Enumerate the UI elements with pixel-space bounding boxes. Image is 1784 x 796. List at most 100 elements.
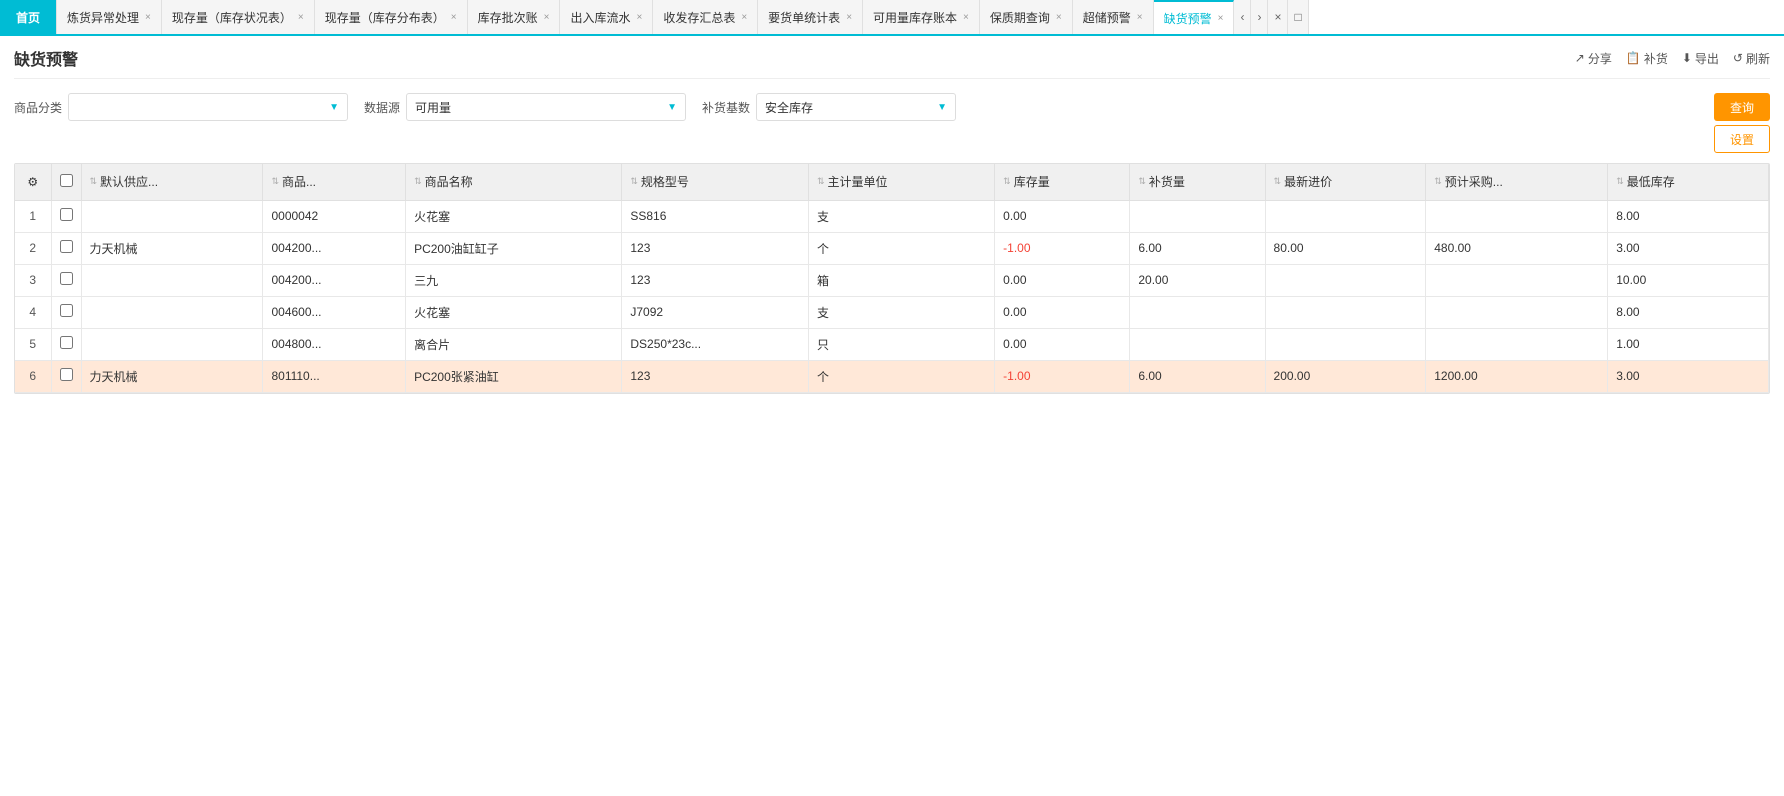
col-est-purchase[interactable]: ⇅ 预计采购... bbox=[1426, 164, 1608, 200]
row-checkbox-cell[interactable] bbox=[51, 232, 81, 264]
header-actions: ↗ 分享 📋 补货 ⬇ 导出 ↺ 刷新 bbox=[1575, 50, 1770, 67]
tab-prev-btn[interactable]: ‹ bbox=[1234, 0, 1251, 34]
sort-price-icon: ⇅ bbox=[1274, 176, 1282, 187]
row-num: 6 bbox=[15, 360, 51, 392]
datasource-chevron-icon: ▼ bbox=[667, 102, 677, 113]
col-stock[interactable]: ⇅ 库存量 bbox=[995, 164, 1130, 200]
tab-inout-flow[interactable]: 出入库流水 × bbox=[560, 0, 653, 34]
tab-batch-account[interactable]: 库存批次账 × bbox=[468, 0, 561, 34]
col-spec[interactable]: ⇅ 规格型号 bbox=[622, 164, 809, 200]
query-button[interactable]: 查询 bbox=[1714, 93, 1770, 121]
tab-batch-account-close[interactable]: × bbox=[544, 12, 550, 23]
col-latest-price[interactable]: ⇅ 最新进价 bbox=[1265, 164, 1426, 200]
settings-button[interactable]: 设置 bbox=[1714, 125, 1770, 153]
filter-actions: 查询 设置 bbox=[1714, 93, 1770, 153]
tab-demand-stat[interactable]: 要货单统计表 × bbox=[758, 0, 863, 34]
row-product-name: PC200油缸缸子 bbox=[406, 232, 622, 264]
table-row: 2 力天机械 004200... PC200油缸缸子 123 个 -1.00 6… bbox=[15, 232, 1769, 264]
replenish-base-filter-group: 补货基数 安全库存 ▼ bbox=[702, 93, 956, 121]
row-checkbox[interactable] bbox=[60, 304, 73, 317]
table-header-row: ⚙ ⇅ 默认供应... ⇅ 商品... bbox=[15, 164, 1769, 200]
datasource-select[interactable]: 可用量 ▼ bbox=[406, 93, 686, 121]
category-filter-group: 商品分类 ▼ bbox=[14, 93, 348, 121]
row-checkbox[interactable] bbox=[60, 368, 73, 381]
col-default-supplier[interactable]: ⇅ 默认供应... bbox=[81, 164, 263, 200]
tab-overstock-close[interactable]: × bbox=[1137, 12, 1143, 23]
row-product-name: 离合片 bbox=[406, 328, 622, 360]
tab-avail-ledger[interactable]: 可用量库存账本 × bbox=[863, 0, 980, 34]
row-replenish-qty: 20.00 bbox=[1130, 264, 1265, 296]
row-min-stock: 8.00 bbox=[1608, 296, 1769, 328]
row-checkbox-cell[interactable] bbox=[51, 200, 81, 232]
tab-inventory-status-close[interactable]: × bbox=[298, 12, 304, 23]
tab-inventory-status[interactable]: 现存量（库存状况表） × bbox=[162, 0, 315, 34]
col-product-name[interactable]: ⇅ 商品名称 bbox=[406, 164, 622, 200]
row-stock: 0.00 bbox=[995, 200, 1130, 232]
col-min-stock[interactable]: ⇅ 最低库存 bbox=[1608, 164, 1769, 200]
refresh-label: 刷新 bbox=[1746, 50, 1770, 67]
row-spec: J7092 bbox=[622, 296, 809, 328]
row-num: 4 bbox=[15, 296, 51, 328]
row-min-stock: 8.00 bbox=[1608, 200, 1769, 232]
row-spec: DS250*23c... bbox=[622, 328, 809, 360]
select-all-checkbox[interactable] bbox=[60, 174, 73, 187]
tab-inout-flow-close[interactable]: × bbox=[636, 12, 642, 23]
row-product-code: 0000042 bbox=[263, 200, 406, 232]
tab-maximize-btn[interactable]: □ bbox=[1288, 0, 1308, 34]
row-checkbox-cell[interactable] bbox=[51, 328, 81, 360]
row-checkbox[interactable] bbox=[60, 208, 73, 221]
tab-inventory-dist-label: 现存量（库存分布表） bbox=[325, 9, 445, 26]
col-gear[interactable]: ⚙ bbox=[15, 164, 51, 200]
tab-avail-ledger-close[interactable]: × bbox=[963, 12, 969, 23]
category-chevron-icon: ▼ bbox=[329, 102, 339, 113]
row-checkbox[interactable] bbox=[60, 272, 73, 285]
replenish-base-select[interactable]: 安全库存 ▼ bbox=[756, 93, 956, 121]
tab-shortage-close[interactable]: × bbox=[1218, 13, 1224, 24]
tab-batch-account-label: 库存批次账 bbox=[478, 9, 538, 26]
category-select[interactable]: ▼ bbox=[68, 93, 348, 121]
tab-inventory-dist-close[interactable]: × bbox=[451, 12, 457, 23]
row-checkbox-cell[interactable] bbox=[51, 296, 81, 328]
row-est-purchase bbox=[1426, 264, 1608, 296]
row-latest-price bbox=[1265, 328, 1426, 360]
share-button[interactable]: ↗ 分享 bbox=[1575, 50, 1612, 67]
tab-close-all-btn[interactable]: × bbox=[1268, 0, 1288, 34]
tab-next-btn[interactable]: › bbox=[1251, 0, 1268, 34]
replenish-base-select-value: 安全库存 bbox=[765, 99, 813, 116]
row-unit: 箱 bbox=[808, 264, 994, 296]
refresh-button[interactable]: ↺ 刷新 bbox=[1733, 50, 1770, 67]
row-unit: 支 bbox=[808, 200, 994, 232]
sort-spec-icon: ⇅ bbox=[630, 176, 638, 187]
tab-prev-icon: ‹ bbox=[1240, 10, 1244, 24]
row-checkbox[interactable] bbox=[60, 336, 73, 349]
row-min-stock: 3.00 bbox=[1608, 232, 1769, 264]
tab-home[interactable]: 首页 bbox=[0, 0, 57, 34]
replenish-button[interactable]: 📋 补货 bbox=[1626, 50, 1668, 67]
sort-code-icon: ⇅ bbox=[271, 176, 279, 187]
tab-shortage[interactable]: 缺货预警 × bbox=[1154, 0, 1235, 34]
tab-collect-summary-label: 收发存汇总表 bbox=[663, 9, 735, 26]
row-min-stock: 3.00 bbox=[1608, 360, 1769, 392]
row-product-code: 004800... bbox=[263, 328, 406, 360]
col-checkbox[interactable] bbox=[51, 164, 81, 200]
tab-overstock[interactable]: 超储预警 × bbox=[1073, 0, 1154, 34]
tab-collect-summary-close[interactable]: × bbox=[741, 12, 747, 23]
col-unit[interactable]: ⇅ 主计量单位 bbox=[808, 164, 994, 200]
row-supplier bbox=[81, 328, 263, 360]
tab-inventory-dist[interactable]: 现存量（库存分布表） × bbox=[315, 0, 468, 34]
row-stock: -1.00 bbox=[995, 232, 1130, 264]
col-replenish-qty[interactable]: ⇅ 补货量 bbox=[1130, 164, 1265, 200]
row-min-stock: 1.00 bbox=[1608, 328, 1769, 360]
tab-defect-exception[interactable]: 炼货异常处理 × bbox=[57, 0, 162, 34]
tab-collect-summary[interactable]: 收发存汇总表 × bbox=[653, 0, 758, 34]
export-button[interactable]: ⬇ 导出 bbox=[1682, 50, 1719, 67]
col-product-code[interactable]: ⇅ 商品... bbox=[263, 164, 406, 200]
row-checkbox[interactable] bbox=[60, 240, 73, 253]
tab-defect-exception-close[interactable]: × bbox=[145, 12, 151, 23]
row-product-name: PC200张紧油缸 bbox=[406, 360, 622, 392]
row-checkbox-cell[interactable] bbox=[51, 360, 81, 392]
tab-demand-stat-close[interactable]: × bbox=[846, 12, 852, 23]
row-checkbox-cell[interactable] bbox=[51, 264, 81, 296]
tab-expiry-query-close[interactable]: × bbox=[1056, 12, 1062, 23]
tab-expiry-query[interactable]: 保质期查询 × bbox=[980, 0, 1073, 34]
